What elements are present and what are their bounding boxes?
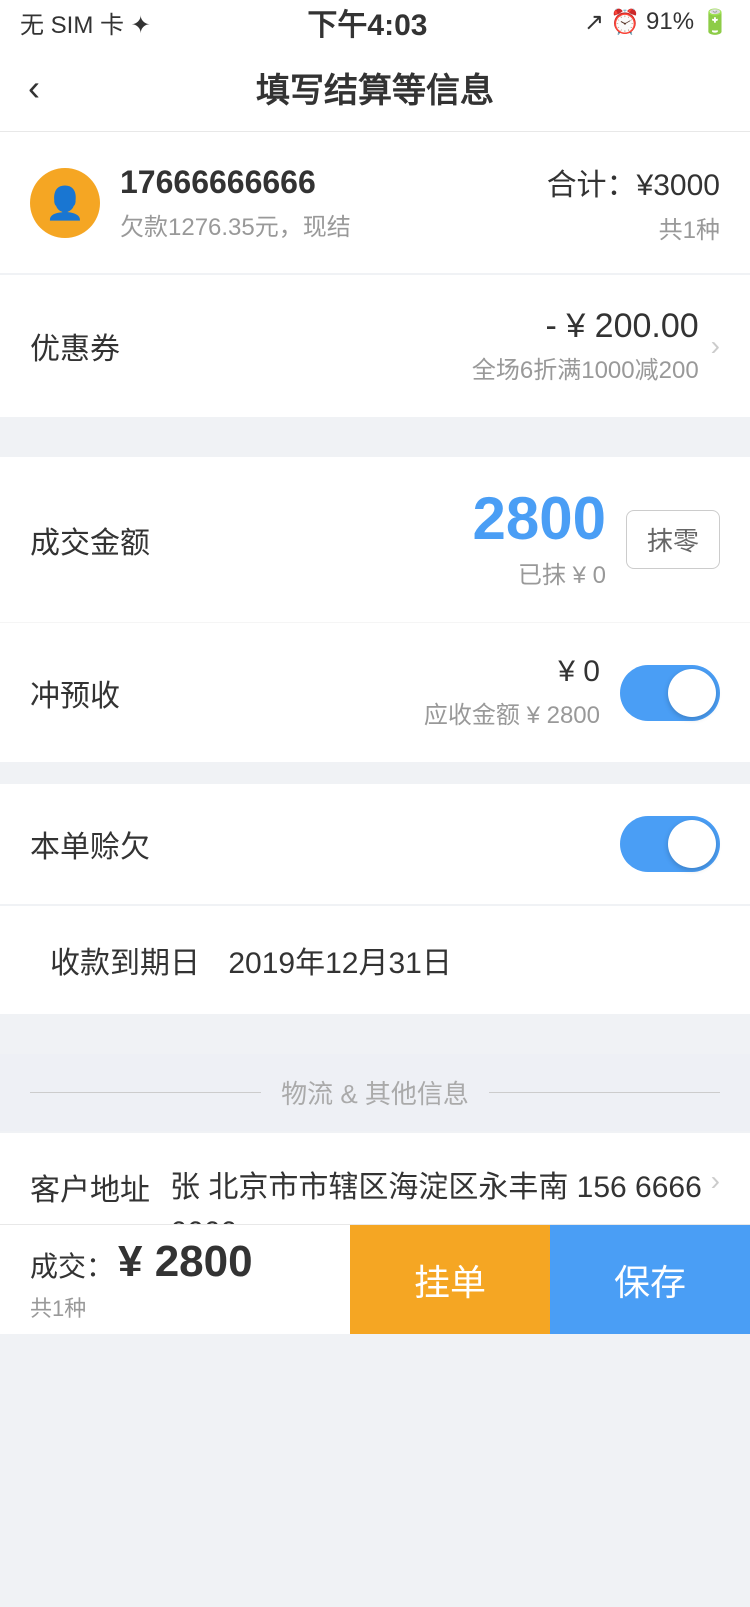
- section-divider-3: [0, 1034, 750, 1054]
- status-bar: 无 SIM 卡 ✦ 下午4:03 ↗ ⏰ 91% 🔋: [0, 0, 750, 44]
- customer-info: 17666666666 欠款1276.35元，现结: [120, 164, 351, 242]
- status-time: 下午4:03: [307, 0, 427, 44]
- coupon-row[interactable]: 优惠券 - ¥ 200.00 全场6折满1000减200 ›: [0, 275, 750, 417]
- bottom-bar: 成交： ¥ 2800 共1种 挂单 保存: [0, 1224, 750, 1334]
- amount-sub: 已抹 ¥ 0: [473, 555, 606, 590]
- hang-button[interactable]: 挂单: [350, 1225, 550, 1334]
- sim-status: 无 SIM 卡 ✦: [20, 5, 151, 40]
- logistics-section-label: 物流 & 其他信息: [0, 1054, 750, 1131]
- nav-bar: ‹ 填写结算等信息: [0, 44, 750, 132]
- amount-section: 成交金额 2800 已抹 ¥ 0 抹零 冲预收 ¥ 0 应收金额 ¥ 2800: [0, 457, 750, 762]
- bottom-deal-line: 成交： ¥ 2800: [30, 1237, 320, 1287]
- payment-due-content: 收款到期日 2019年12月31日: [30, 938, 720, 982]
- deal-label: 成交：: [30, 1245, 114, 1285]
- page-title: 填写结算等信息: [256, 63, 494, 112]
- bottom-summary: 成交： ¥ 2800 共1种: [0, 1237, 350, 1323]
- amount-info: 2800 已抹 ¥ 0: [473, 489, 606, 590]
- battery-icon: 🔋: [700, 8, 730, 37]
- precharge-label: 冲预收: [30, 671, 120, 715]
- precharge-sub: 应收金额 ¥ 2800: [424, 695, 600, 730]
- debt-row: 本单赊欠: [0, 784, 750, 904]
- coupon-right: - ¥ 200.00 全场6折满1000减200 ›: [472, 307, 720, 385]
- address-label: 客户地址: [30, 1165, 150, 1209]
- alarm-icon: ⏰: [610, 8, 640, 37]
- amount-row: 成交金额 2800 已抹 ¥ 0 抹零: [0, 457, 750, 623]
- payment-due-date: 2019年12月31日: [228, 947, 451, 980]
- deal-count: 共1种: [30, 1291, 320, 1323]
- precharge-amount: ¥ 0: [424, 655, 600, 689]
- bottom-actions: 挂单 保存: [350, 1225, 750, 1334]
- round-zero-button[interactable]: 抹零: [626, 510, 720, 569]
- coupon-discount: - ¥ 200.00: [472, 307, 699, 346]
- precharge-values: ¥ 0 应收金额 ¥ 2800: [424, 655, 600, 730]
- precharge-row: 冲预收 ¥ 0 应收金额 ¥ 2800: [0, 623, 750, 762]
- customer-phone: 17666666666: [120, 164, 351, 201]
- save-button[interactable]: 保存: [550, 1225, 750, 1334]
- section-divider-2: [0, 764, 750, 784]
- section-divider-1: [0, 437, 750, 457]
- customer-debt: 欠款1276.35元，现结: [120, 207, 351, 242]
- divider-line-left: [30, 1092, 261, 1093]
- avatar: 👤: [30, 168, 100, 238]
- avatar-icon: 👤: [45, 184, 85, 222]
- status-left: 无 SIM 卡 ✦: [20, 5, 151, 40]
- customer-right: 合计：¥3000 共1种: [547, 160, 720, 245]
- coupon-chevron-icon: ›: [711, 330, 720, 362]
- customer-row: 👤 17666666666 欠款1276.35元，现结 合计：¥3000 共1种: [0, 132, 750, 273]
- location-icon: ↗: [584, 8, 604, 37]
- precharge-right: ¥ 0 应收金额 ¥ 2800: [424, 655, 720, 730]
- debt-label: 本单赊欠: [30, 822, 150, 866]
- precharge-toggle[interactable]: [620, 665, 720, 721]
- coupon-description: 全场6折满1000减200: [472, 350, 699, 385]
- address-chevron-icon: ›: [711, 1165, 720, 1197]
- coupon-info: - ¥ 200.00 全场6折满1000减200: [472, 307, 699, 385]
- payment-due-row: 收款到期日 2019年12月31日: [0, 906, 750, 1014]
- divider-line-right: [489, 1092, 720, 1093]
- customer-left: 👤 17666666666 欠款1276.35元，现结: [30, 164, 351, 242]
- coupon-label: 优惠券: [30, 324, 120, 368]
- amount-label: 成交金额: [30, 518, 150, 562]
- battery-level: 91%: [646, 8, 694, 36]
- amount-right: 2800 已抹 ¥ 0 抹零: [473, 489, 721, 590]
- amount-value: 2800: [473, 489, 606, 549]
- logistics-label: 物流 & 其他信息: [281, 1074, 469, 1111]
- debt-toggle[interactable]: [620, 816, 720, 872]
- order-count: 共1种: [547, 210, 720, 245]
- deal-amount: ¥ 2800: [118, 1237, 253, 1287]
- order-total: 合计：¥3000: [547, 160, 720, 204]
- status-right: ↗ ⏰ 91% 🔋: [584, 8, 730, 37]
- payment-due-label: 收款到期日: [50, 947, 200, 980]
- content-area: 👤 17666666666 欠款1276.35元，现结 合计：¥3000 共1种…: [0, 132, 750, 1607]
- back-button[interactable]: ‹: [28, 67, 40, 109]
